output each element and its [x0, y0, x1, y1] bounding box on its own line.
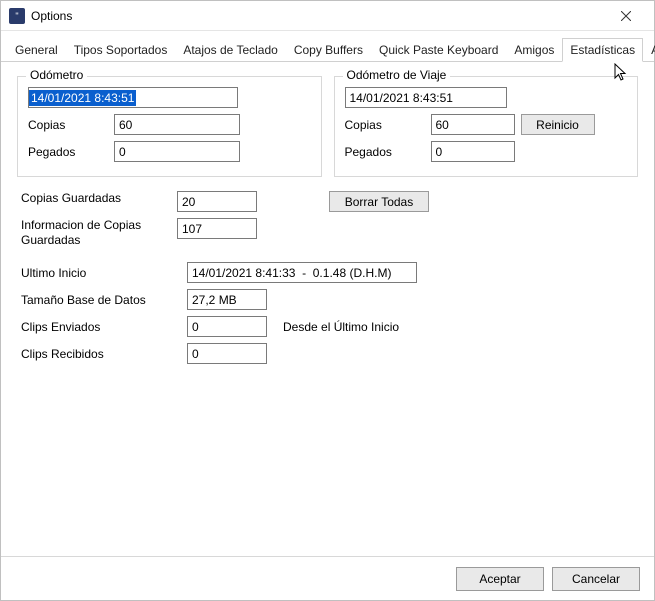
desde-ultimo-label: Desde el Último Inicio — [283, 320, 399, 334]
odometer-copias-field[interactable] — [114, 114, 240, 135]
trip-copias-label: Copias — [345, 118, 425, 132]
odometer-title: Odómetro — [26, 68, 87, 82]
copias-guardadas-label: Copias Guardadas — [21, 191, 171, 206]
copias-guardadas-field[interactable] — [177, 191, 257, 212]
clips-enviados-label: Clips Enviados — [21, 320, 181, 334]
clips-recibidos-field[interactable] — [187, 343, 267, 364]
tab-copy-buffers[interactable]: Copy Buffers — [286, 38, 371, 62]
odometer-timestamp-field[interactable]: 14/01/2021 8:43:51 — [28, 87, 238, 108]
trip-pegados-field[interactable] — [431, 141, 515, 162]
dialog-footer: Aceptar Cancelar — [1, 556, 654, 600]
clips-enviados-field[interactable] — [187, 316, 267, 337]
window-title: Options — [31, 9, 606, 23]
tab-bar: General Tipos Soportados Atajos de Tecla… — [1, 31, 654, 62]
trip-title: Odómetro de Viaje — [343, 68, 451, 82]
odometer-copias-label: Copias — [28, 118, 108, 132]
tab-quick-paste[interactable]: Quick Paste Keyboard — [371, 38, 506, 62]
trip-reset-button[interactable]: Reinicio — [521, 114, 595, 135]
ok-button[interactable]: Aceptar — [456, 567, 544, 591]
close-icon[interactable] — [606, 2, 646, 30]
odometer-timestamp-value: 14/01/2021 8:43:51 — [29, 90, 136, 106]
trip-timestamp-field[interactable] — [345, 87, 507, 108]
ultimo-inicio-field[interactable] — [187, 262, 417, 283]
tab-amigos[interactable]: Amigos — [506, 38, 562, 62]
odometer-pegados-field[interactable] — [114, 141, 240, 162]
info-copias-field[interactable] — [177, 218, 257, 239]
cancel-button[interactable]: Cancelar — [552, 567, 640, 591]
ultimo-inicio-label: Ultimo Inicio — [21, 266, 181, 280]
borrar-todas-button[interactable]: Borrar Todas — [329, 191, 429, 212]
db-size-field[interactable] — [187, 289, 267, 310]
tab-acerca[interactable]: Acerca de — [643, 38, 655, 62]
trip-pegados-label: Pegados — [345, 145, 425, 159]
options-window: " Options General Tipos Soportados Atajo… — [0, 0, 655, 601]
odometer-group: Odómetro 14/01/2021 8:43:51 Copias Pegad… — [17, 76, 322, 177]
tab-content: Odómetro 14/01/2021 8:43:51 Copias Pegad… — [1, 62, 654, 556]
tab-general[interactable]: General — [7, 38, 66, 62]
app-icon: " — [9, 8, 25, 24]
info-copias-label: Informacion de Copias Guardadas — [21, 218, 171, 248]
odometer-pegados-label: Pegados — [28, 145, 108, 159]
db-size-label: Tamaño Base de Datos — [21, 293, 181, 307]
tab-atajos[interactable]: Atajos de Teclado — [175, 38, 286, 62]
tab-tipos-soportados[interactable]: Tipos Soportados — [66, 38, 176, 62]
titlebar: " Options — [1, 1, 654, 31]
tab-estadisticas[interactable]: Estadísticas — [562, 38, 643, 62]
clips-recibidos-label: Clips Recibidos — [21, 347, 181, 361]
trip-odometer-group: Odómetro de Viaje Copias Reinicio Pegado… — [334, 76, 639, 177]
trip-copias-field[interactable] — [431, 114, 515, 135]
